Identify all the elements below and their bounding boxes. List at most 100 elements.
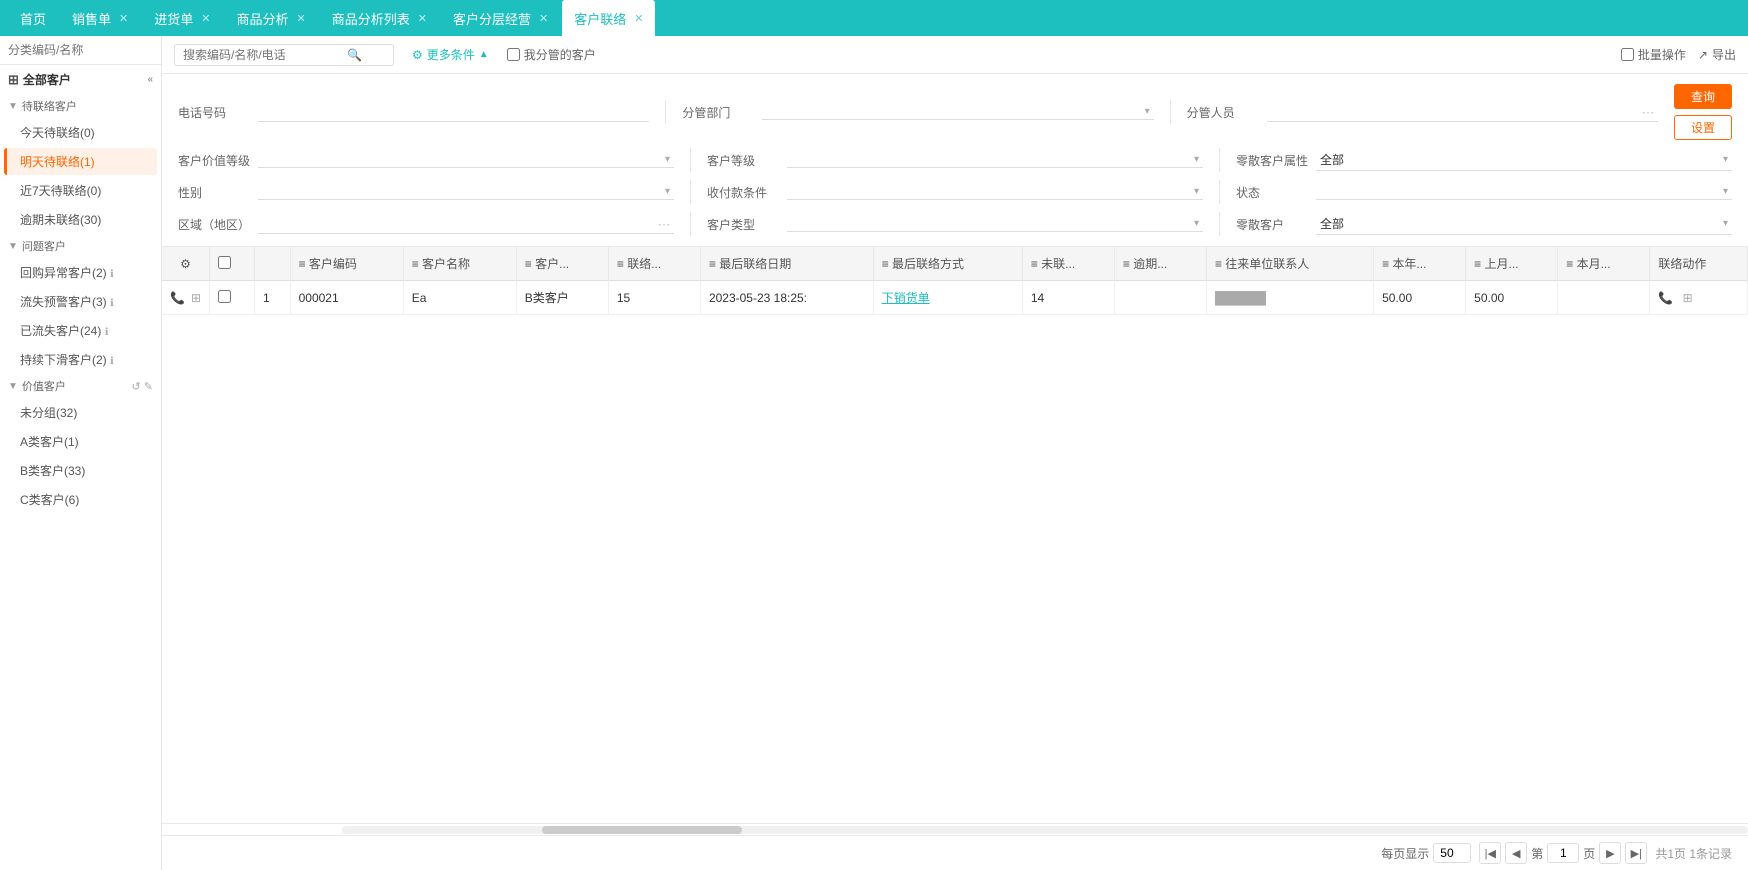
query-button[interactable]: 查询 — [1674, 84, 1732, 109]
setting-button[interactable]: 设置 — [1674, 115, 1732, 140]
filter-person-select[interactable]: ··· — [1267, 103, 1658, 122]
all-customers-header[interactable]: ⊞ 全部客户 « — [0, 65, 161, 94]
last-page-button[interactable]: ▶| — [1625, 842, 1647, 864]
row-customer-code: 000021 — [290, 281, 403, 315]
last-contact-link[interactable]: 下销货单 — [882, 291, 930, 305]
sidebar-item-tomorrow-contact[interactable]: 明天待联络(1) — [4, 148, 157, 175]
filter-cust-level: 客户等级 ▾ — [707, 152, 1203, 169]
sidebar-item-b-class[interactable]: B类客户(33) — [4, 457, 157, 484]
col-un-contact[interactable]: ≡ 未联... — [1022, 247, 1114, 281]
filter-row-3: 性别 ▾ 收付款条件 ▾ 状态 — [178, 180, 1732, 204]
filter-retail-attr: 零散客户属性 全部 ▾ — [1236, 149, 1732, 171]
row-contact-phone-icon[interactable]: 📞 — [1658, 291, 1673, 305]
filter-status-select[interactable]: ▾ — [1316, 184, 1732, 200]
col-customer-name[interactable]: ≡ 客户名称 — [403, 247, 516, 281]
nav-sales-close[interactable]: ✕ — [119, 12, 128, 25]
next-page-button[interactable]: ▶ — [1599, 842, 1621, 864]
col-customer-code[interactable]: ≡ 客户编码 — [290, 247, 403, 281]
sidebar-item-overdue-contact[interactable]: 逾期未联络(30) — [4, 206, 157, 233]
filter-retail-customer-select[interactable]: 全部 ▾ — [1316, 213, 1732, 235]
batch-op-button[interactable]: 批量操作 — [1621, 46, 1686, 63]
group-value-label: 价值客户 — [22, 378, 66, 394]
col-this-month[interactable]: ≡ 本月... — [1558, 247, 1650, 281]
nav-customer-segment[interactable]: 客户分层经营 ✕ — [441, 0, 560, 36]
my-customer-checkbox-area[interactable]: 我分管的客户 — [507, 46, 596, 63]
nav-purchase-close[interactable]: ✕ — [201, 12, 210, 25]
search-box[interactable]: 🔍 — [174, 44, 394, 66]
select-all-checkbox[interactable] — [218, 256, 231, 269]
col-last-contact-method[interactable]: ≡ 最后联络方式 — [873, 247, 1022, 281]
first-page-button[interactable]: |◀ — [1479, 842, 1501, 864]
col-settings[interactable]: ⚙ — [162, 247, 210, 281]
sidebar-item-c-class[interactable]: C类客户(6) — [4, 486, 157, 513]
filter-gender-select[interactable]: ▾ — [258, 184, 674, 200]
group-problem-customers[interactable]: ▼ 问题客户 — [0, 234, 161, 258]
arrow-down-icon-3: ▼ — [8, 381, 18, 392]
sidebar-item-lost[interactable]: 已流失客户(24) ℹ — [4, 317, 157, 344]
row-this-month — [1558, 281, 1650, 315]
col-last-contact-date[interactable]: ≡ 最后联络日期 — [700, 247, 873, 281]
export-button[interactable]: ↗ 导出 — [1698, 46, 1736, 63]
nav-customer-segment-close[interactable]: ✕ — [539, 12, 548, 25]
footer: 每页显示 50 |◀ ◀ 第 页 ▶ ▶| 共1页 1条记录 — [162, 835, 1748, 870]
nav-goods-analysis-list-close[interactable]: ✕ — [418, 12, 427, 25]
row-grid-icon[interactable]: ⊞ — [191, 291, 201, 305]
col-this-year[interactable]: ≡ 本年... — [1374, 247, 1466, 281]
filter-divider-2 — [1170, 100, 1171, 124]
sidebar-collapse-icon[interactable]: « — [147, 74, 153, 85]
prev-page-button[interactable]: ◀ — [1505, 842, 1527, 864]
sidebar-item-today-contact[interactable]: 今天待联络(0) — [4, 119, 157, 146]
filter-retail-attr-select[interactable]: 全部 ▾ — [1316, 149, 1732, 171]
row-checkbox[interactable] — [218, 290, 231, 303]
more-filter-button[interactable]: ⚙ 更多条件 ▲ — [402, 42, 499, 67]
filter-gender: 性别 ▾ — [178, 184, 674, 201]
search-input[interactable] — [183, 48, 343, 62]
col-overdue[interactable]: ≡ 逾期... — [1114, 247, 1206, 281]
search-icon[interactable]: 🔍 — [347, 48, 362, 62]
nav-goods-analysis-close[interactable]: ✕ — [297, 12, 306, 25]
col-unit-contact[interactable]: ≡ 往来单位联系人 — [1206, 247, 1373, 281]
sidebar-item-repeat-abnormal[interactable]: 回购异常客户(2) ℹ — [4, 259, 157, 286]
group-pending-contact[interactable]: ▼ 待联络客户 — [0, 94, 161, 118]
all-customers-label: 全部客户 — [23, 71, 71, 88]
row-contact-action-icons: 📞 ⊞ — [1650, 281, 1748, 315]
nav-sales[interactable]: 销售单 ✕ — [60, 0, 140, 36]
filter-phone-input[interactable] — [258, 103, 649, 122]
filter-cust-level-select[interactable]: ▾ — [787, 152, 1203, 168]
my-customer-checkbox[interactable] — [507, 48, 520, 61]
row-last-contact-method[interactable]: 下销货单 — [873, 281, 1022, 315]
batch-op-checkbox[interactable] — [1621, 48, 1634, 61]
nav-customer-contact-close[interactable]: ✕ — [634, 12, 643, 25]
nav-goods-analysis[interactable]: 商品分析 ✕ — [224, 0, 317, 36]
filter-divider-4 — [1219, 148, 1220, 172]
sidebar-item-lost-risk[interactable]: 流失预警客户(3) ℹ — [4, 288, 157, 315]
sidebar-search-input[interactable] — [8, 43, 162, 57]
row-checkbox-cell[interactable] — [210, 281, 255, 315]
filter-dept-select[interactable]: ▾ — [762, 104, 1153, 120]
scrollbar-thumb[interactable] — [542, 826, 742, 834]
nav-customer-contact[interactable]: 客户联络 ✕ — [562, 0, 655, 36]
nav-goods-analysis-list[interactable]: 商品分析列表 ✕ — [320, 0, 439, 36]
filter-cust-type-select[interactable]: ▾ — [787, 216, 1203, 232]
sidebar-item-week-contact[interactable]: 近7天待联络(0) — [4, 177, 157, 204]
filter-payment-select[interactable]: ▾ — [787, 184, 1203, 200]
row-contact-qr-icon[interactable]: ⊞ — [1683, 291, 1693, 305]
nav-purchase[interactable]: 进货单 ✕ — [142, 0, 222, 36]
filter-cust-value-select[interactable]: ▾ — [258, 152, 674, 168]
sidebar-item-continuous-down[interactable]: 持续下滑客户(2) ℹ — [4, 346, 157, 373]
page-size-select[interactable]: 50 — [1433, 843, 1471, 863]
row-phone-icon[interactable]: 📞 — [170, 291, 185, 305]
filter-region-select[interactable]: ··· — [258, 215, 674, 234]
col-last-month[interactable]: ≡ 上月... — [1466, 247, 1558, 281]
group-value-customers[interactable]: ▼ 价值客户 ↺ ✎ — [0, 374, 161, 398]
filter-actions: 查询 设置 — [1674, 84, 1732, 140]
col-contact[interactable]: ≡ 联络... — [608, 247, 700, 281]
nav-home[interactable]: 首页 — [8, 0, 58, 36]
sidebar-item-ungrouped[interactable]: 未分组(32) — [4, 399, 157, 426]
page-number-input[interactable] — [1547, 843, 1579, 863]
row-customer-name[interactable]: Ea — [403, 281, 516, 315]
filter-cust-value: 客户价值等级 ▾ — [178, 152, 674, 169]
col-checkbox[interactable] — [210, 247, 255, 281]
sidebar-item-a-class[interactable]: A类客户(1) — [4, 428, 157, 455]
col-customer-type[interactable]: ≡ 客户... — [516, 247, 608, 281]
